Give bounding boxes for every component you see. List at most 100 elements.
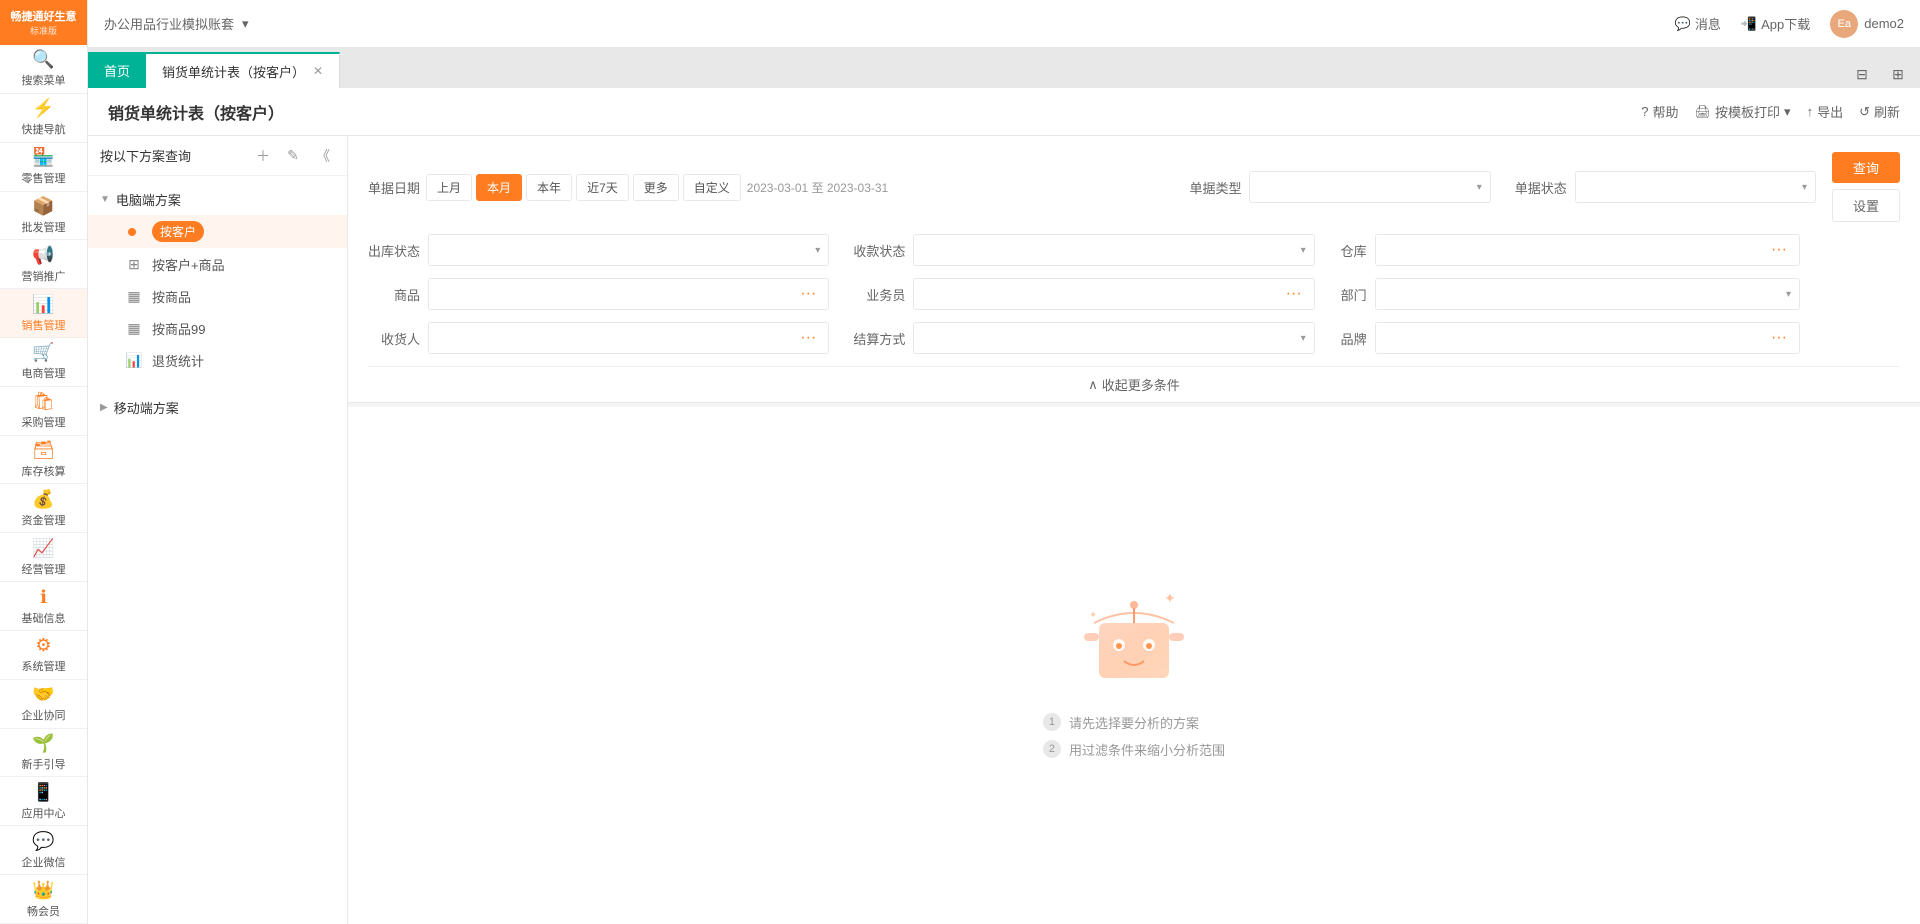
date-btn-last-7[interactable]: 近7天 (576, 174, 629, 201)
newbie-icon: 🌱 (32, 733, 54, 754)
sidebar-item-operations[interactable]: 📈 经营管理 (0, 533, 87, 582)
salesperson-input[interactable]: ··· (913, 278, 1314, 310)
tab-close-btn[interactable]: ✕ (313, 64, 323, 78)
filter-salesperson: 业务员 ··· (853, 278, 1314, 310)
sidebar-item-label-appcenter: 应用中心 (22, 805, 66, 821)
empty-hint-1: 1 请先选择要分析的方案 (1043, 713, 1225, 732)
collapse-bar[interactable]: ∧ 收起更多条件 (368, 366, 1900, 402)
inventory-icon: 🗃 (32, 440, 55, 461)
app-download-btn[interactable]: 📲 App下载 (1741, 14, 1810, 33)
template-print-btn[interactable]: 🖨 按模板打印 ▾ (1695, 102, 1791, 121)
date-label: 单据日期 (368, 178, 420, 197)
tree-item-return-stat[interactable]: 📊 退货统计 (88, 344, 347, 376)
tab-maximize-btn[interactable]: ⊞ (1884, 60, 1912, 88)
sidebar-item-label-purchase: 采购管理 (22, 414, 66, 430)
query-btn[interactable]: 查询 (1832, 152, 1900, 183)
date-btn-custom[interactable]: 自定义 (683, 174, 741, 201)
product-input[interactable]: ··· (428, 278, 829, 310)
refresh-btn[interactable]: ↺ 刷新 (1859, 102, 1900, 121)
settlement-label: 结算方式 (853, 329, 905, 348)
department-select[interactable]: ▾ (1375, 278, 1800, 310)
export-btn[interactable]: ↑ 导出 (1807, 102, 1844, 121)
brand-input[interactable]: ··· (1375, 322, 1800, 354)
warehouse-dots[interactable]: ··· (1767, 241, 1791, 259)
tab-sales-stat[interactable]: 销货单统计表（按客户） ✕ (146, 52, 340, 88)
sidebar-item-label-basic: 基础信息 (22, 610, 66, 626)
filter-row-4: 收货人 ··· 结算方式 ▾ (368, 322, 1900, 354)
sidebar-item-newbie[interactable]: 🌱 新手引导 (0, 729, 87, 778)
sidebar-item-wholesale[interactable]: 📦 批发管理 (0, 192, 87, 241)
refresh-icon: ↺ (1859, 104, 1870, 120)
by-product-99-icon: ▦ (124, 318, 144, 338)
tree-item-customer-product[interactable]: ⊞ 按客户+商品 (88, 248, 347, 280)
sidebar-item-retail[interactable]: 🏪 零售管理 (0, 143, 87, 192)
template-print-arrow: ▾ (1784, 104, 1791, 120)
page-header: 销货单统计表（按客户） ? 帮助 🖨 按模板打印 ▾ ↑ 导出 ↺ 刷新 (88, 88, 1920, 136)
sidebar-item-member[interactable]: 👑 畅会员 (0, 875, 87, 924)
date-btn-this-month[interactable]: 本月 (476, 174, 522, 201)
desktop-schemes-header[interactable]: ▼ 电脑端方案 (88, 184, 347, 215)
sidebar-item-finance[interactable]: 💰 资金管理 (0, 484, 87, 533)
query-actions: 查询 设置 (1832, 152, 1900, 222)
tree-item-by-customer[interactable]: 按客户 (88, 215, 347, 248)
sidebar-item-basic[interactable]: ℹ 基础信息 (0, 582, 87, 631)
add-scheme-btn[interactable]: ＋ (251, 144, 275, 168)
sidebar-item-label-finance: 资金管理 (22, 512, 66, 528)
sidebar-item-marketing[interactable]: 📢 营销推广 (0, 240, 87, 289)
brand-dots[interactable]: ··· (1767, 329, 1791, 347)
filter-doc-status-section: 单据状态 ▾ (1515, 171, 1816, 203)
collapse-panel-btn[interactable]: 《 (311, 144, 335, 168)
tree-item-by-product-99[interactable]: ▦ 按商品99 (88, 312, 347, 344)
filter-recipient: 收货人 ··· (368, 322, 829, 354)
doc-status-select[interactable]: ▾ (1575, 171, 1816, 203)
sidebar-item-label-ecommerce: 电商管理 (22, 365, 66, 381)
date-btn-more[interactable]: 更多 (633, 174, 679, 201)
out-status-label: 出库状态 (368, 241, 420, 260)
settings-btn[interactable]: 设置 (1832, 189, 1900, 222)
sidebar-item-quicknav[interactable]: ⚡ 快捷导航 (0, 94, 87, 143)
recipient-dots[interactable]: ··· (796, 329, 820, 347)
date-btn-last-month[interactable]: 上月 (426, 174, 472, 201)
right-panel: 单据日期 上月 本月 本年 近7天 更多 自定义 2023-03-01 至 20… (348, 136, 1920, 924)
out-status-select[interactable]: ▾ (428, 234, 829, 266)
edit-scheme-btn[interactable]: ✎ (281, 144, 305, 168)
template-print-icon: 🖨 (1695, 104, 1712, 120)
salesperson-dots[interactable]: ··· (1282, 285, 1306, 303)
sidebar-item-enterprise[interactable]: 🤝 企业协同 (0, 680, 87, 729)
app-logo: 畅捷通好生意 标准版 (0, 0, 87, 45)
enterprise-icon: 🤝 (32, 684, 54, 705)
help-btn[interactable]: ? 帮助 (1641, 102, 1678, 121)
sidebar-item-ecommerce[interactable]: 🛒 电商管理 (0, 338, 87, 387)
sidebar-item-wechat[interactable]: 💬 企业微信 (0, 826, 87, 875)
customer-icon (124, 222, 144, 242)
filter-date-section: 单据日期 上月 本月 本年 近7天 更多 自定义 2023-03-01 至 20… (368, 174, 888, 201)
recipient-input[interactable]: ··· (428, 322, 829, 354)
date-btn-this-year[interactable]: 本年 (526, 174, 572, 201)
desktop-expand-icon: ▼ (100, 194, 110, 205)
collect-status-select[interactable]: ▾ (913, 234, 1314, 266)
filter-row-2: 出库状态 ▾ 收款状态 ▾ (368, 234, 1900, 266)
message-icon: 💬 (1675, 16, 1691, 32)
product-dots[interactable]: ··· (796, 285, 820, 303)
tab-home[interactable]: 首页 (88, 52, 146, 88)
sidebar-item-label-newbie: 新手引导 (22, 756, 66, 772)
user-area[interactable]: Ea demo2 (1830, 10, 1904, 38)
sidebar-item-inventory[interactable]: 🗃 库存核算 (0, 436, 87, 485)
tree-item-by-product[interactable]: ▦ 按商品 (88, 280, 347, 312)
sidebar-item-sales[interactable]: 📊 销售管理 (0, 289, 87, 338)
sidebar-item-purchase[interactable]: 🛍 采购管理 (0, 387, 87, 436)
sidebar-item-appcenter[interactable]: 📱 应用中心 (0, 777, 87, 826)
sidebar-item-search[interactable]: 🔍 搜索菜单 (0, 45, 87, 94)
desktop-schemes-section: ▼ 电脑端方案 按客户 ⊞ 按客户+商品 (88, 176, 347, 384)
settlement-select[interactable]: ▾ (913, 322, 1314, 354)
return-stat-icon: 📊 (124, 350, 144, 370)
tab-home-label: 首页 (104, 61, 130, 80)
topbar-dropdown[interactable]: ▾ (242, 16, 249, 32)
doc-type-select[interactable]: ▾ (1249, 171, 1490, 203)
warehouse-input[interactable]: ··· (1375, 234, 1800, 266)
tab-minimize-btn[interactable]: ⊟ (1848, 60, 1876, 88)
mobile-schemes-header[interactable]: ▶ 移动端方案 (88, 392, 347, 423)
hint-num-2: 2 (1043, 740, 1061, 758)
message-btn[interactable]: 💬 消息 (1675, 14, 1721, 33)
sidebar-item-system[interactable]: ⚙ 系统管理 (0, 631, 87, 680)
